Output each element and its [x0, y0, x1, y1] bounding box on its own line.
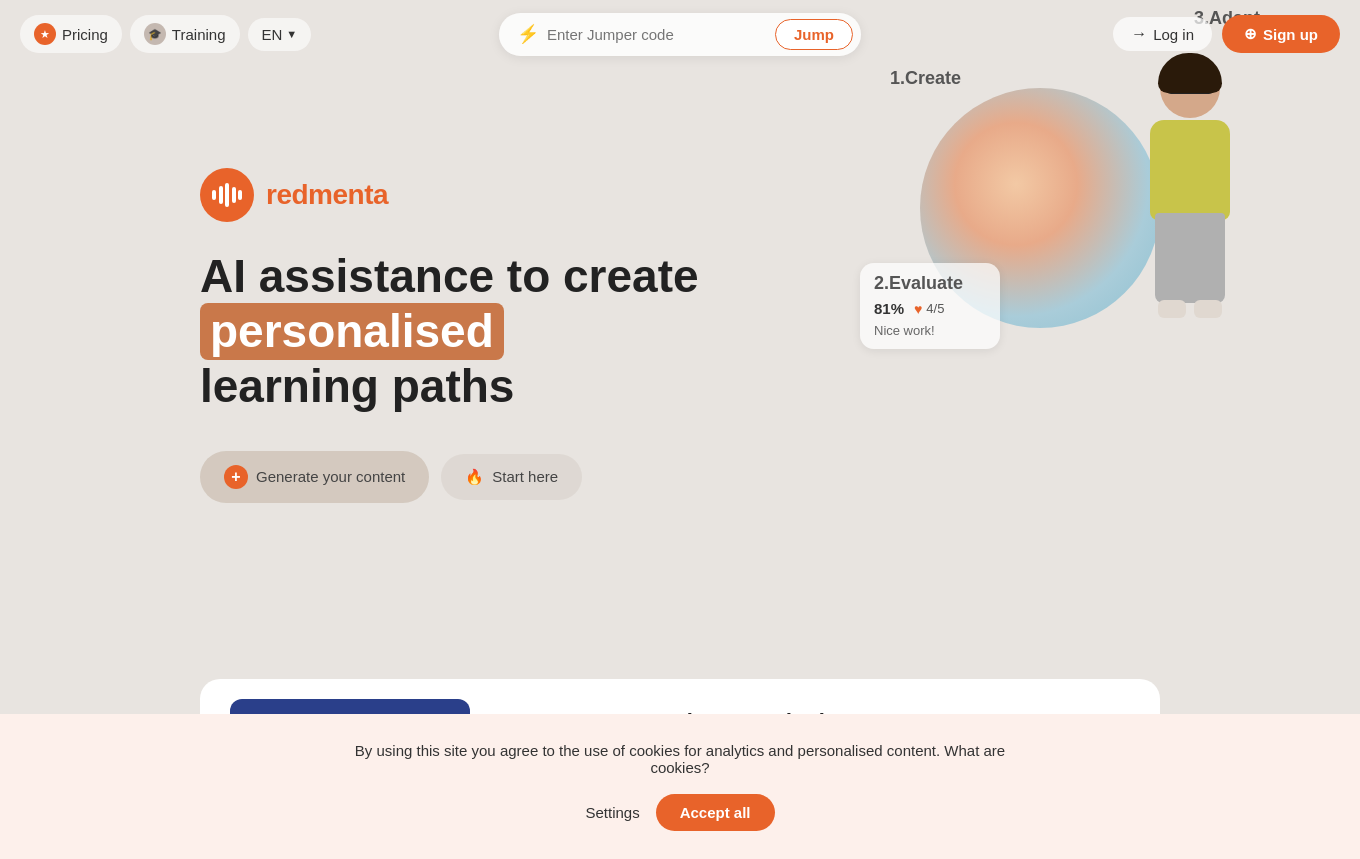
- jump-button[interactable]: Jump: [775, 19, 853, 50]
- cookie-buttons: Settings Accept all: [585, 794, 774, 831]
- pricing-button[interactable]: ★ Pricing: [20, 15, 122, 53]
- evaluate-card: 2.Evaluate 81% ♥ 4/5 Nice work!: [860, 263, 1000, 349]
- fire-icon: 🔥: [465, 468, 484, 486]
- brand-logo: [200, 168, 254, 222]
- navbar: ★ Pricing 🎓 Training EN ▼ ⚡ Jump → Log i…: [0, 0, 1360, 68]
- generate-content-button[interactable]: + Generate your content: [200, 451, 429, 503]
- jumper-input[interactable]: [547, 26, 767, 43]
- brand-name: redmenta: [266, 179, 388, 211]
- nav-right: → Log in ⊕ Sign up: [1113, 15, 1340, 53]
- generate-label: Generate your content: [256, 468, 405, 485]
- char-pants: [1155, 213, 1225, 303]
- chevron-down-icon: ▼: [286, 28, 297, 40]
- lightning-icon: ⚡: [517, 23, 539, 45]
- plus-icon: +: [224, 465, 248, 489]
- eval-stats: 81% ♥ 4/5: [874, 300, 986, 317]
- lang-label: EN: [262, 26, 283, 43]
- training-label: Training: [172, 26, 226, 43]
- char-body: [1150, 120, 1230, 220]
- heading-highlight: personalised: [200, 303, 504, 360]
- signup-label: Sign up: [1263, 26, 1318, 43]
- eval-percentage: 81%: [874, 300, 904, 317]
- eval-rating: 4/5: [926, 301, 944, 316]
- pricing-icon: ★: [34, 23, 56, 45]
- pricing-label: Pricing: [62, 26, 108, 43]
- user-plus-icon: ⊕: [1244, 25, 1257, 43]
- step-create-label: 1.Create: [890, 68, 961, 89]
- step-evaluate-label: 2.Evaluate: [874, 273, 986, 294]
- heart-rating: ♥ 4/5: [914, 301, 944, 317]
- heart-icon: ♥: [914, 301, 922, 317]
- cookie-banner: By using this site you agree to the use …: [0, 714, 1360, 859]
- language-button[interactable]: EN ▼: [248, 18, 312, 51]
- illustration: 1.Create 3.Adapt 2.Evaluate 81% ♥ 4/5 Ni…: [860, 8, 1280, 528]
- login-label: Log in: [1153, 26, 1194, 43]
- wave-bars-icon: [212, 183, 242, 207]
- training-icon: 🎓: [144, 23, 166, 45]
- cookie-settings-button[interactable]: Settings: [585, 804, 639, 821]
- hero-heading: AI assistance to create personalised lea…: [200, 250, 700, 413]
- char-shoe-left: [1158, 300, 1186, 318]
- char-shoe-right: [1194, 300, 1222, 318]
- character-figure: [1110, 58, 1270, 438]
- login-icon: →: [1131, 25, 1147, 43]
- heading-line1: AI assistance to create: [200, 250, 699, 302]
- nav-left: ★ Pricing 🎓 Training EN ▼: [20, 15, 311, 53]
- signup-button[interactable]: ⊕ Sign up: [1222, 15, 1340, 53]
- jumper-bar: ⚡ Jump: [499, 13, 861, 56]
- cookie-message: By using this site you agree to the use …: [330, 742, 1030, 776]
- start-label: Start here: [492, 468, 558, 485]
- training-button[interactable]: 🎓 Training: [130, 15, 240, 53]
- start-here-button[interactable]: 🔥 Start here: [441, 454, 582, 500]
- login-button[interactable]: → Log in: [1113, 17, 1212, 51]
- cookie-accept-button[interactable]: Accept all: [656, 794, 775, 831]
- heading-line2: learning paths: [200, 360, 514, 412]
- eval-message: Nice work!: [874, 323, 935, 338]
